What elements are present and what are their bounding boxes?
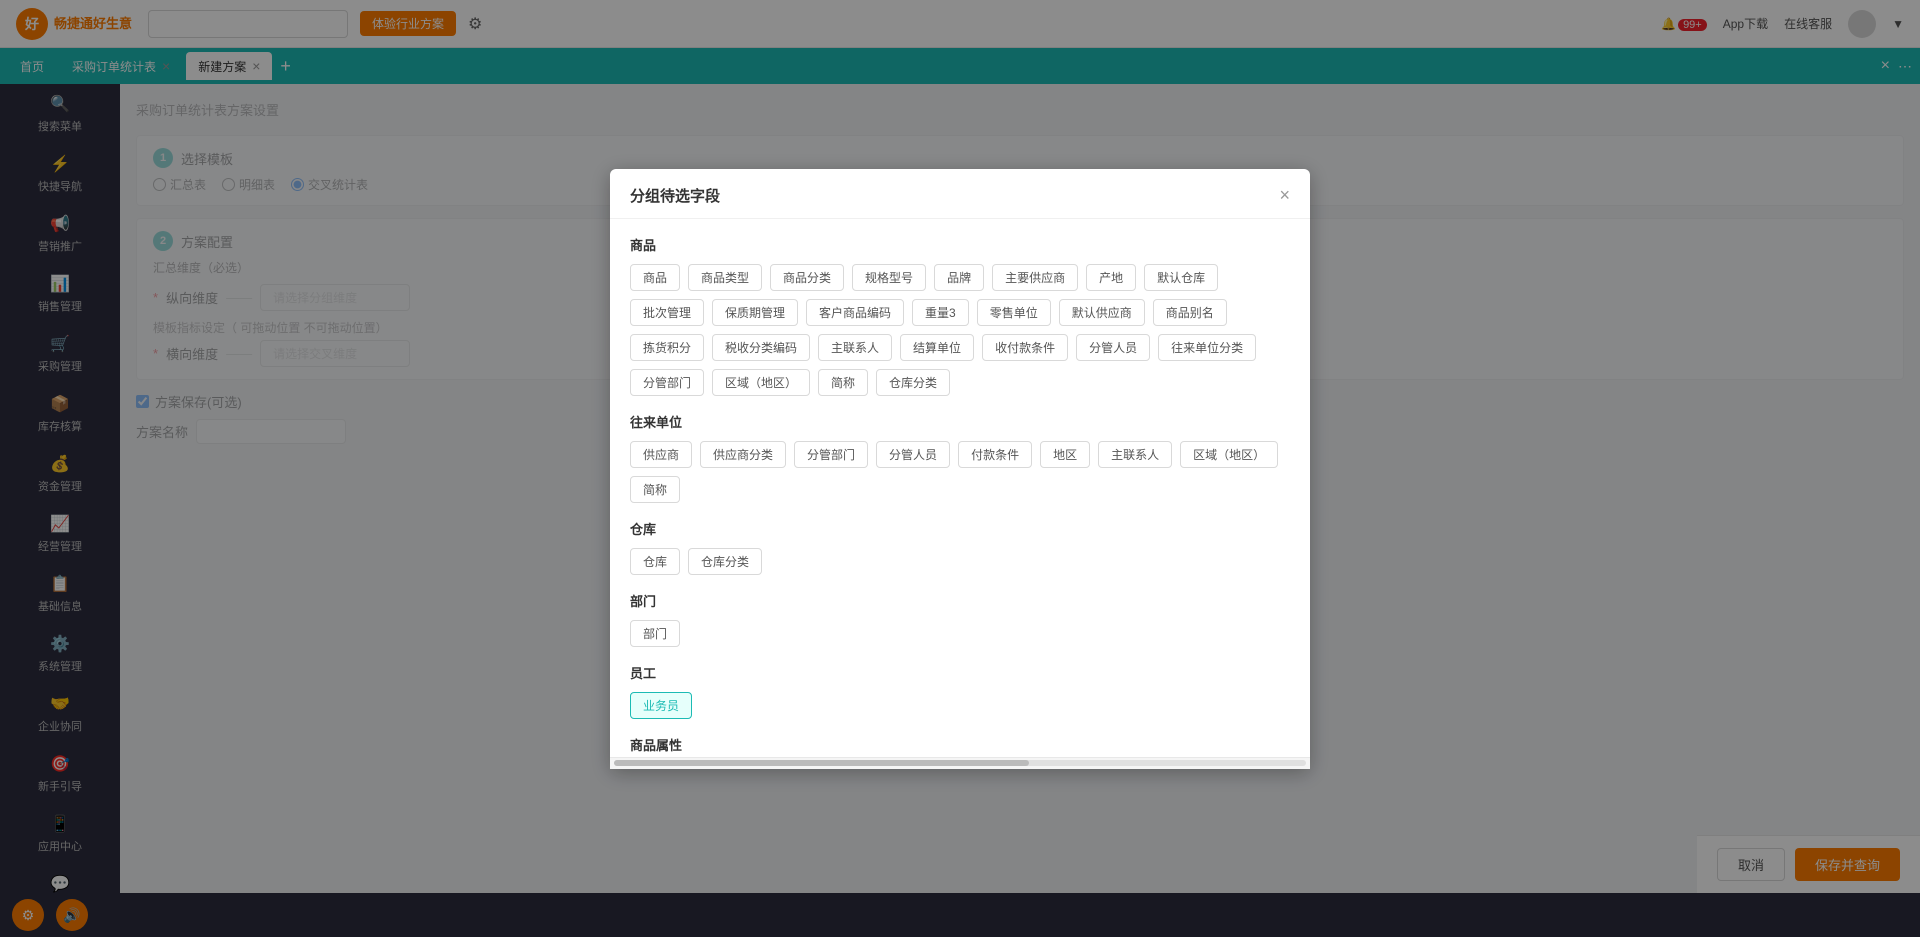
tag-item[interactable]: 品牌 bbox=[934, 264, 984, 291]
tag-item[interactable]: 区域（地区） bbox=[712, 369, 810, 396]
tag-item[interactable]: 商品别名 bbox=[1153, 299, 1227, 326]
tag-item[interactable]: 供应商分类 bbox=[700, 441, 786, 468]
tag-item[interactable]: 产地 bbox=[1086, 264, 1136, 291]
tag-item[interactable]: 仓库分类 bbox=[876, 369, 950, 396]
tag-item[interactable]: 重量3 bbox=[912, 299, 969, 326]
h-scrollbar-thumb[interactable] bbox=[614, 760, 1029, 766]
tag-grid-warehouse: 仓库 仓库分类 bbox=[630, 548, 1290, 575]
tag-item[interactable]: 默认仓库 bbox=[1144, 264, 1218, 291]
tag-item[interactable]: 零售单位 bbox=[977, 299, 1051, 326]
tag-item[interactable]: 供应商 bbox=[630, 441, 692, 468]
tag-item[interactable]: 分管部门 bbox=[630, 369, 704, 396]
tag-item[interactable]: 地区 bbox=[1040, 441, 1090, 468]
section-title-department: 部门 bbox=[630, 591, 1290, 610]
section-title-warehouse: 仓库 bbox=[630, 519, 1290, 538]
tag-item[interactable]: 税收分类编码 bbox=[712, 334, 810, 361]
dialog-title: 分组待选字段 bbox=[630, 185, 720, 206]
tag-item[interactable]: 分管人员 bbox=[876, 441, 950, 468]
tag-item[interactable]: 商品类型 bbox=[688, 264, 762, 291]
field-picker-dialog: 分组待选字段 × 商品 商品 商品类型 商品分类 规格型号 品牌 主要供应商 产… bbox=[610, 169, 1310, 769]
tag-item[interactable]: 主联系人 bbox=[1098, 441, 1172, 468]
tag-item[interactable]: 仓库分类 bbox=[688, 548, 762, 575]
dialog-close-button[interactable]: × bbox=[1279, 185, 1290, 206]
dialog-body[interactable]: 商品 商品 商品类型 商品分类 规格型号 品牌 主要供应商 产地 默认仓库 批次… bbox=[610, 219, 1310, 757]
tag-grid-employee: 业务员 bbox=[630, 692, 1290, 719]
tag-item[interactable]: 保质期管理 bbox=[712, 299, 798, 326]
tag-grid-partner: 供应商 供应商分类 分管部门 分管人员 付款条件 地区 主联系人 区域（地区） … bbox=[630, 441, 1290, 503]
tag-item[interactable]: 收付款条件 bbox=[982, 334, 1068, 361]
tag-item[interactable]: 默认供应商 bbox=[1059, 299, 1145, 326]
tag-grid-product: 商品 商品类型 商品分类 规格型号 品牌 主要供应商 产地 默认仓库 批次管理 … bbox=[630, 264, 1290, 396]
tag-item[interactable]: 简称 bbox=[818, 369, 868, 396]
tag-grid-department: 部门 bbox=[630, 620, 1290, 647]
section-title-product-attr: 商品属性 bbox=[630, 735, 1290, 754]
tag-item[interactable]: 付款条件 bbox=[958, 441, 1032, 468]
tag-item[interactable]: 商品 bbox=[630, 264, 680, 291]
tag-item[interactable]: 拣货积分 bbox=[630, 334, 704, 361]
section-title-product: 商品 bbox=[630, 235, 1290, 254]
tag-item[interactable]: 仓库 bbox=[630, 548, 680, 575]
dialog-overlay: 分组待选字段 × 商品 商品 商品类型 商品分类 规格型号 品牌 主要供应商 产… bbox=[0, 0, 1920, 937]
tag-item[interactable]: 批次管理 bbox=[630, 299, 704, 326]
tag-item[interactable]: 主联系人 bbox=[818, 334, 892, 361]
section-title-employee: 员工 bbox=[630, 663, 1290, 682]
tag-item[interactable]: 规格型号 bbox=[852, 264, 926, 291]
tag-item[interactable]: 分管人员 bbox=[1076, 334, 1150, 361]
tag-item[interactable]: 分管部门 bbox=[794, 441, 868, 468]
dialog-h-scrollbar[interactable] bbox=[610, 757, 1310, 769]
tag-item[interactable]: 区域（地区） bbox=[1180, 441, 1278, 468]
tag-item[interactable]: 简称 bbox=[630, 476, 680, 503]
tag-item[interactable]: 往来单位分类 bbox=[1158, 334, 1256, 361]
tag-item[interactable]: 结算单位 bbox=[900, 334, 974, 361]
tag-item[interactable]: 客户商品编码 bbox=[806, 299, 904, 326]
tag-item[interactable]: 部门 bbox=[630, 620, 680, 647]
tag-item[interactable]: 商品分类 bbox=[770, 264, 844, 291]
section-title-partner: 往来单位 bbox=[630, 412, 1290, 431]
tag-item-employee[interactable]: 业务员 bbox=[630, 692, 692, 719]
dialog-header: 分组待选字段 × bbox=[610, 169, 1310, 219]
tag-item[interactable]: 主要供应商 bbox=[992, 264, 1078, 291]
